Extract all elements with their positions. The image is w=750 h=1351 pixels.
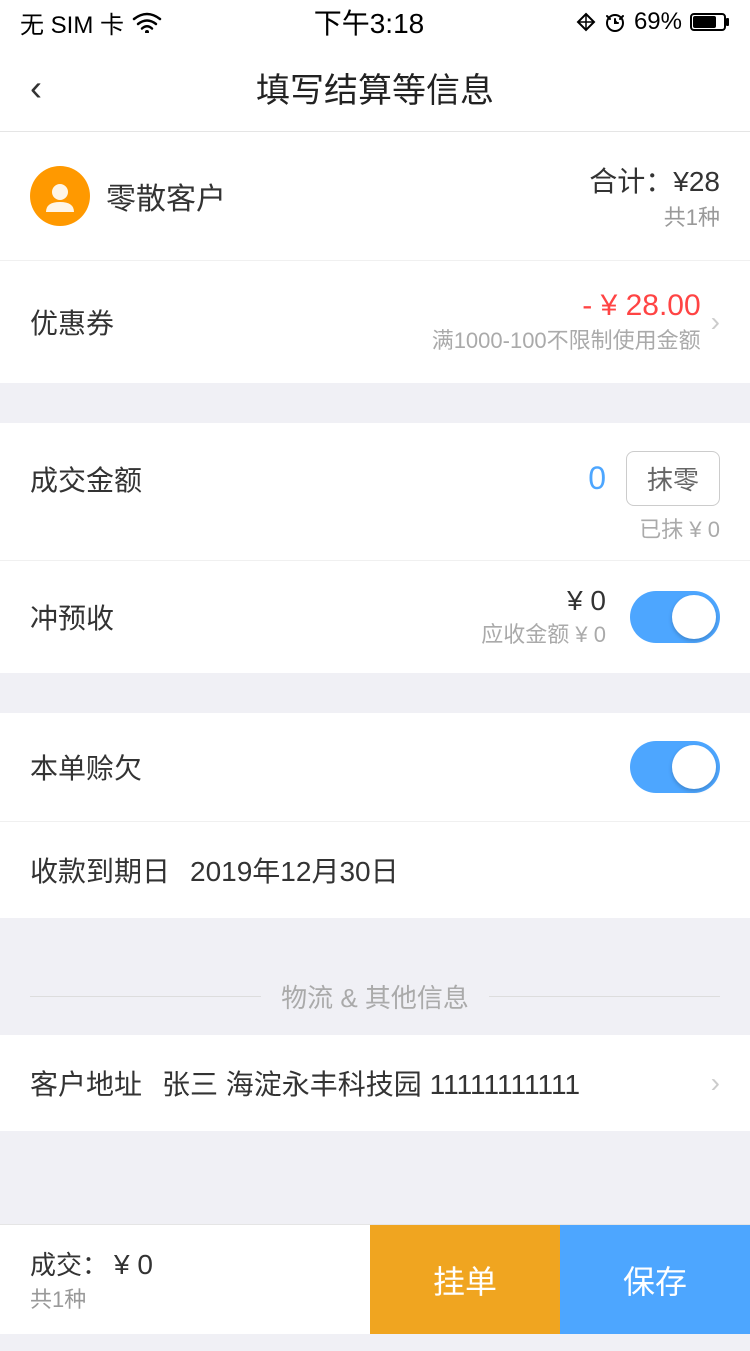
coupon-label: 优惠券 bbox=[30, 302, 114, 342]
bottom-deal-count: 共1种 bbox=[30, 1282, 340, 1314]
coupon-chevron-icon: › bbox=[711, 306, 720, 338]
deal-label: 成交金额 bbox=[30, 459, 142, 499]
wifi-icon bbox=[132, 11, 162, 33]
customer-total-wrap: 合计：¥28 共1种 bbox=[589, 160, 720, 232]
status-left: 无 SIM 卡 bbox=[20, 5, 162, 40]
customer-left: 零散客户 bbox=[30, 166, 226, 226]
sep-line-right bbox=[489, 996, 720, 997]
divider-2 bbox=[0, 693, 750, 713]
prepay-label: 冲预收 bbox=[30, 597, 114, 637]
coupon-amount: - ¥ 28.00 bbox=[432, 289, 701, 323]
customer-count: 共1种 bbox=[589, 200, 720, 232]
logistics-label: 物流 & 其他信息 bbox=[281, 978, 469, 1015]
alarm-icon bbox=[604, 11, 626, 33]
battery-icon bbox=[690, 11, 730, 33]
prepay-row: 冲预收 ¥ 0 应收金额 ¥ 0 bbox=[0, 561, 750, 673]
duedate-label: 收款到期日 bbox=[30, 850, 170, 890]
duedate-value: 2019年12月30日 bbox=[190, 850, 399, 890]
prepay-value-wrap: ¥ 0 应收金额 ¥ 0 bbox=[481, 585, 606, 649]
customer-row: 零散客户 合计：¥28 共1种 bbox=[0, 132, 750, 260]
address-label: 客户地址 bbox=[30, 1063, 142, 1103]
bottom-left: 成交： ¥ 0 共1种 bbox=[0, 1225, 370, 1334]
debit-section: 本单赊欠 收款到期日 2019年12月30日 bbox=[0, 713, 750, 918]
page-title: 填写结算等信息 bbox=[256, 63, 494, 112]
prepay-right: ¥ 0 应收金额 ¥ 0 bbox=[481, 585, 720, 649]
coupon-right: - ¥ 28.00 满1000-100不限制使用金额 › bbox=[432, 289, 720, 355]
deal-right: 0 抹零 bbox=[588, 451, 720, 506]
bottom-deal-value: ¥ 0 bbox=[114, 1249, 153, 1281]
status-bar: 无 SIM 卡 下午3:18 69% bbox=[0, 0, 750, 44]
battery-percent: 69% bbox=[634, 8, 682, 36]
status-time: 下午3:18 bbox=[314, 2, 425, 42]
customer-section: 零散客户 合计：¥28 共1种 优惠券 - ¥ 28.00 满1000-100不… bbox=[0, 132, 750, 383]
divider-3 bbox=[0, 938, 750, 958]
prepay-sub: 应收金额 ¥ 0 bbox=[481, 617, 606, 649]
round-zero-button[interactable]: 抹零 bbox=[626, 451, 720, 506]
customer-avatar-icon bbox=[42, 178, 78, 214]
back-button[interactable]: ‹ bbox=[30, 67, 42, 109]
prepay-toggle[interactable] bbox=[630, 591, 720, 643]
debit-row: 本单赊欠 bbox=[0, 713, 750, 821]
deal-section: 成交金额 0 抹零 已抹 ¥ 0 冲预收 ¥ 0 应收金额 ¥ 0 bbox=[0, 423, 750, 673]
bottom-deal-label: 成交： bbox=[30, 1245, 108, 1282]
address-chevron-icon: › bbox=[711, 1067, 720, 1099]
coupon-row[interactable]: 优惠券 - ¥ 28.00 满1000-100不限制使用金额 › bbox=[0, 260, 750, 383]
customer-name: 零散客户 bbox=[106, 174, 226, 218]
save-button[interactable]: 保存 bbox=[560, 1225, 750, 1334]
debit-toggle[interactable] bbox=[630, 741, 720, 793]
address-row[interactable]: 客户地址 张三 海淀永丰科技园 11111111111 › bbox=[0, 1035, 750, 1131]
deal-sub: 已抹 ¥ 0 bbox=[30, 512, 720, 544]
sep-line-left bbox=[30, 996, 261, 997]
bottom-bar: 成交： ¥ 0 共1种 挂单 保存 bbox=[0, 1224, 750, 1334]
logistics-separator: 物流 & 其他信息 bbox=[0, 958, 750, 1035]
customer-total: 合计：¥28 bbox=[589, 160, 720, 200]
deal-value: 0 bbox=[588, 460, 606, 497]
address-section: 客户地址 张三 海淀永丰科技园 11111111111 › bbox=[0, 1035, 750, 1131]
debit-label: 本单赊欠 bbox=[30, 747, 142, 787]
divider-1 bbox=[0, 403, 750, 423]
duedate-row[interactable]: 收款到期日 2019年12月30日 bbox=[0, 821, 750, 918]
address-value: 张三 海淀永丰科技园 11111111111 bbox=[162, 1063, 711, 1103]
debit-toggle-circle bbox=[672, 745, 716, 789]
toggle-circle bbox=[672, 595, 716, 639]
coupon-desc: 满1000-100不限制使用金额 bbox=[432, 323, 701, 355]
nav-bar: ‹ 填写结算等信息 bbox=[0, 44, 750, 132]
location-icon bbox=[576, 12, 596, 32]
hang-order-button[interactable]: 挂单 bbox=[370, 1225, 560, 1334]
deal-row: 成交金额 0 抹零 已抹 ¥ 0 bbox=[0, 423, 750, 561]
coupon-value-wrap: - ¥ 28.00 满1000-100不限制使用金额 bbox=[432, 289, 701, 355]
avatar bbox=[30, 166, 90, 226]
prepay-amount: ¥ 0 bbox=[481, 585, 606, 617]
deal-row-top: 成交金额 0 抹零 bbox=[30, 451, 720, 506]
status-right: 69% bbox=[576, 8, 730, 36]
sim-status: 无 SIM 卡 bbox=[20, 5, 124, 40]
